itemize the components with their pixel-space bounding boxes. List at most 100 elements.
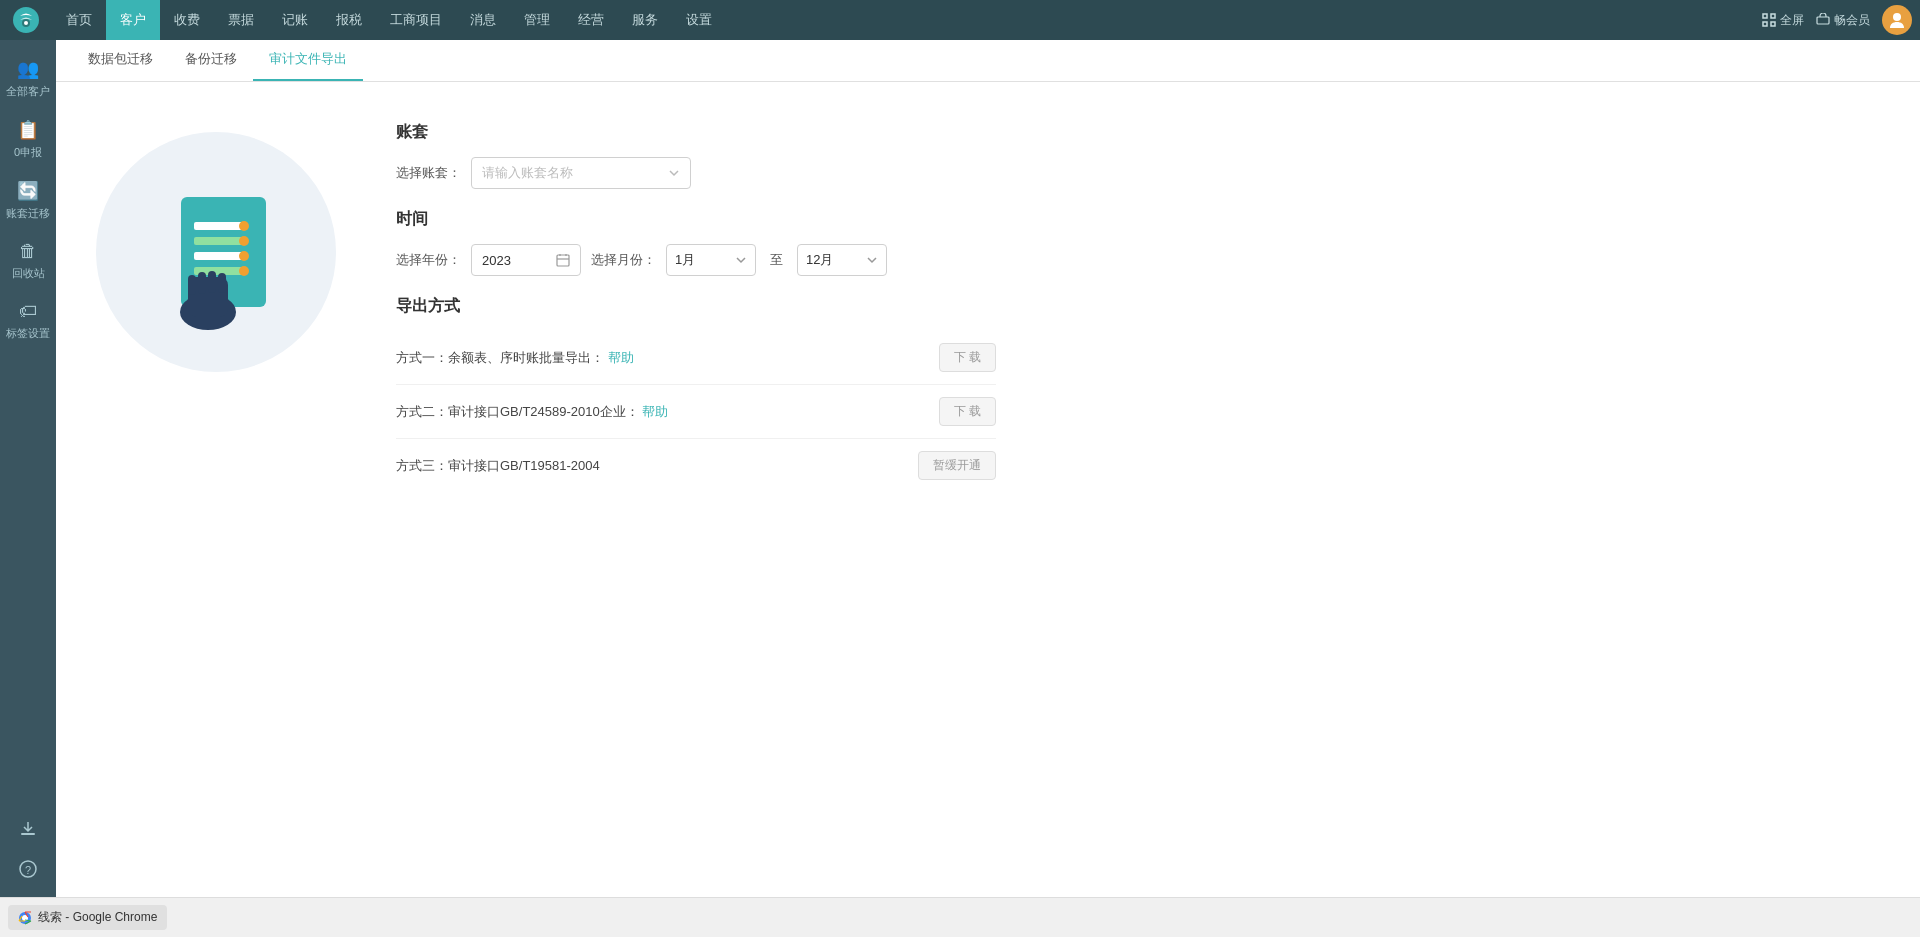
nav-bookkeeping[interactable]: 记账: [268, 0, 322, 40]
nav-tax[interactable]: 报税: [322, 0, 376, 40]
svg-point-20: [239, 266, 249, 276]
section-title-export: 导出方式: [396, 296, 996, 317]
taskbar: 线索 - Google Chrome: [0, 897, 1920, 937]
svg-rect-3: [1763, 14, 1767, 18]
sidebar-item-tag-settings[interactable]: 🏷 标签设置: [0, 291, 56, 351]
method-2-text: 方式二：审计接口GB/T24589-2010企业：: [396, 404, 639, 419]
nav-home[interactable]: 首页: [52, 0, 106, 40]
form-area: 账套 选择账套： 请输入账套名称 时间 选择年份： 2023: [396, 112, 996, 867]
sidebar-label-all-clients: 全部客户: [6, 84, 50, 99]
svg-rect-27: [557, 255, 569, 266]
svg-point-18: [239, 236, 249, 246]
account-select[interactable]: 请输入账套名称: [471, 157, 691, 189]
vip-button[interactable]: 畅会员: [1816, 12, 1870, 29]
taskbar-chrome-item[interactable]: 线索 - Google Chrome: [8, 905, 167, 930]
svg-point-17: [239, 221, 249, 231]
method-1-text: 方式一：余额表、序时账批量导出：: [396, 350, 604, 365]
chevron-down-month-start-icon: [735, 254, 747, 266]
method-3-coming-soon-button[interactable]: 暂缓开通: [918, 451, 996, 480]
sidebar-label-zero-declare: 0申报: [14, 145, 42, 160]
tag-icon: 🏷: [19, 301, 37, 322]
section-title-account: 账套: [396, 122, 996, 143]
question-sidebar-icon: ?: [18, 859, 38, 879]
svg-rect-13: [194, 222, 244, 230]
svg-rect-25: [208, 271, 216, 293]
month-end-select[interactable]: 12月: [797, 244, 887, 276]
sidebar-label-account-migrate: 账套迁移: [6, 206, 50, 221]
year-value: 2023: [482, 253, 511, 268]
method-1-download-button[interactable]: 下 载: [939, 343, 996, 372]
export-method-2: 方式二：审计接口GB/T24589-2010企业： 帮助 下 载: [396, 385, 996, 439]
illustration-circle: [96, 132, 336, 372]
top-navigation: 首页 客户 收费 票据 记账 报税 工商项目 消息 管理 经营 服务 设置 全屏…: [0, 0, 1920, 40]
account-placeholder: 请输入账套名称: [482, 164, 573, 182]
nav-invoice[interactable]: 票据: [214, 0, 268, 40]
to-label: 至: [766, 251, 787, 269]
method-1-help-link[interactable]: 帮助: [608, 350, 634, 365]
section-title-time: 时间: [396, 209, 996, 230]
recycle-icon: 🗑: [19, 241, 37, 262]
nav-service[interactable]: 服务: [618, 0, 672, 40]
zero-declare-icon: 📋: [17, 119, 39, 141]
svg-point-8: [1893, 13, 1901, 21]
nav-manage[interactable]: 管理: [510, 0, 564, 40]
month-start-select[interactable]: 1月: [666, 244, 756, 276]
nav-message[interactable]: 消息: [456, 0, 510, 40]
account-row: 选择账套： 请输入账套名称: [396, 157, 996, 189]
chevron-down-icon: [668, 167, 680, 179]
sidebar-label-tag: 标签设置: [6, 326, 50, 341]
svg-rect-4: [1771, 14, 1775, 18]
nav-business[interactable]: 工商项目: [376, 0, 456, 40]
svg-rect-5: [1763, 22, 1767, 26]
main-wrapper: 👥 全部客户 📋 0申报 🔄 账套迁移 🗑 回收站 🏷 标签设置: [0, 40, 1920, 897]
calendar-icon: [556, 253, 570, 267]
download-sidebar-icon: [18, 819, 38, 839]
month-end-value: 12月: [806, 251, 833, 269]
sidebar-bottom-item-2[interactable]: ?: [14, 849, 42, 889]
chrome-icon: [18, 911, 32, 925]
all-clients-icon: 👥: [17, 58, 39, 80]
tab-audit-export[interactable]: 审计文件导出: [253, 40, 363, 81]
sidebar-item-zero-declare[interactable]: 📋 0申报: [0, 109, 56, 170]
method-2-download-button[interactable]: 下 载: [939, 397, 996, 426]
svg-rect-24: [198, 272, 206, 294]
nav-menu: 首页 客户 收费 票据 记账 报税 工商项目 消息 管理 经营 服务 设置: [52, 0, 1762, 40]
sidebar-bottom-item-1[interactable]: [14, 809, 42, 849]
svg-rect-6: [1771, 22, 1775, 26]
svg-rect-15: [194, 252, 244, 260]
time-row: 选择年份： 2023 选择月份： 1月 至 12月: [396, 244, 996, 276]
svg-rect-23: [188, 275, 196, 295]
method-1-label: 方式一：余额表、序时账批量导出： 帮助: [396, 349, 634, 367]
tab-backup-migration[interactable]: 备份迁移: [169, 40, 253, 81]
fullscreen-label: 全屏: [1780, 12, 1804, 29]
user-avatar[interactable]: [1882, 5, 1912, 35]
nav-operation[interactable]: 经营: [564, 0, 618, 40]
svg-text:?: ?: [25, 864, 31, 876]
export-method-3: 方式三：审计接口GB/T19581-2004 暂缓开通: [396, 439, 996, 492]
illustration-area: [96, 112, 336, 867]
month-label: 选择月份：: [591, 251, 656, 269]
nav-right-area: 全屏 畅会员: [1762, 5, 1912, 35]
year-input[interactable]: 2023: [471, 244, 581, 276]
svg-rect-9: [21, 833, 35, 835]
taskbar-chrome-label: 线索 - Google Chrome: [38, 909, 157, 926]
page-content: 账套 选择账套： 请输入账套名称 时间 选择年份： 2023: [56, 82, 1920, 897]
fullscreen-button[interactable]: 全屏: [1762, 12, 1804, 29]
method-2-help-link[interactable]: 帮助: [642, 404, 668, 419]
sidebar-item-all-clients[interactable]: 👥 全部客户: [0, 48, 56, 109]
svg-point-19: [239, 251, 249, 261]
sidebar-item-account-migrate[interactable]: 🔄 账套迁移: [0, 170, 56, 231]
tabs-bar: 数据包迁移 备份迁移 审计文件导出: [56, 40, 1920, 82]
audit-illustration: [136, 167, 296, 337]
account-migrate-icon: 🔄: [17, 180, 39, 202]
nav-fee[interactable]: 收费: [160, 0, 214, 40]
sidebar-label-recycle: 回收站: [12, 266, 45, 281]
sidebar-item-recycle[interactable]: 🗑 回收站: [0, 231, 56, 291]
app-logo[interactable]: [8, 2, 44, 38]
svg-point-2: [24, 21, 28, 25]
method-3-text: 方式三：审计接口GB/T19581-2004: [396, 458, 600, 473]
svg-rect-26: [218, 273, 226, 293]
tab-data-migration[interactable]: 数据包迁移: [72, 40, 169, 81]
nav-customer[interactable]: 客户: [106, 0, 160, 40]
nav-settings[interactable]: 设置: [672, 0, 726, 40]
